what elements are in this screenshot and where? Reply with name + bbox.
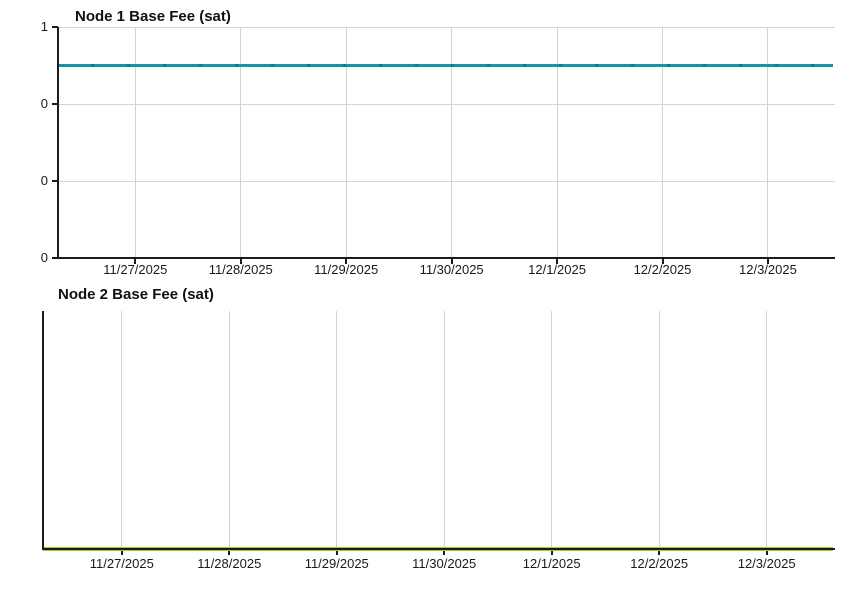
series-line [43,547,833,551]
y-tick-label: 0 [20,251,48,265]
x-tick-label: 11/28/2025 [184,557,274,571]
x-tick-mark [767,258,769,264]
x-gridline [346,27,347,258]
series-line [58,64,833,67]
x-tick-mark [121,549,123,555]
x-tick-label: 11/27/2025 [77,557,167,571]
node2-base-fee-chart: Node 2 Base Fee (sat) 11/27/2025 11/28/20… [0,0,860,600]
x-tick-label: 12/3/2025 [723,263,813,277]
x-tick-label: 12/1/2025 [507,557,597,571]
y-axis-line [57,27,59,259]
x-tick-label: 11/29/2025 [292,557,382,571]
x-tick-mark [240,258,242,264]
x-gridline [766,311,767,549]
x-tick-label: 12/3/2025 [722,557,812,571]
base-fee-charts-screen: Node 1 Base Fee (sat) 11/27/2025 11/28/20… [0,0,860,600]
y-gridline [58,104,835,105]
y-axis-line [42,311,44,550]
x-tick-label: 12/1/2025 [512,263,602,277]
x-tick-mark [556,258,558,264]
x-tick-mark [443,549,445,555]
x-axis-line [42,548,835,550]
x-axis-line [57,257,835,259]
x-tick-mark [662,258,664,264]
x-gridline [662,27,663,258]
x-tick-label: 12/2/2025 [614,557,704,571]
x-gridline [451,27,452,258]
x-tick-mark [451,258,453,264]
x-tick-label: 11/29/2025 [301,263,391,277]
y-tick-mark [52,103,58,105]
node2-plot-area: 11/27/2025 11/28/2025 11/29/2025 11/30/2025… [0,0,860,600]
x-tick-label: 11/28/2025 [196,263,286,277]
x-tick-mark [228,549,230,555]
node1-chart-title: Node 1 Base Fee (sat) [75,8,231,25]
node1-base-fee-chart: Node 1 Base Fee (sat) 11/27/2025 11/28/20… [0,0,860,600]
y-tick-label: 0 [20,174,48,188]
y-tick-label: 1 [20,20,48,34]
x-gridline [135,27,136,258]
x-tick-mark [336,549,338,555]
x-tick-label: 12/2/2025 [618,263,708,277]
x-gridline [767,27,768,258]
x-gridline [240,27,241,258]
x-gridline [336,311,337,549]
y-gridline [58,258,835,259]
x-tick-mark [345,258,347,264]
x-tick-mark [134,258,136,264]
y-tick-mark [52,26,58,28]
x-gridline [557,27,558,258]
x-tick-label: 11/27/2025 [90,263,180,277]
y-gridline [58,27,835,28]
x-tick-mark [766,549,768,555]
x-gridline [229,311,230,549]
x-tick-mark [658,549,660,555]
node2-chart-title: Node 2 Base Fee (sat) [58,286,214,303]
x-tick-label: 11/30/2025 [399,557,489,571]
y-tick-mark [52,180,58,182]
y-tick-mark [52,257,58,259]
x-gridline [551,311,552,549]
x-tick-mark [551,549,553,555]
x-gridline [444,311,445,549]
node1-plot-area: 11/27/2025 11/28/2025 11/29/2025 11/30/2025… [0,0,860,600]
y-gridline [58,181,835,182]
x-gridline [121,311,122,549]
y-tick-label: 0 [20,97,48,111]
x-tick-label: 11/30/2025 [407,263,497,277]
x-gridline [659,311,660,549]
